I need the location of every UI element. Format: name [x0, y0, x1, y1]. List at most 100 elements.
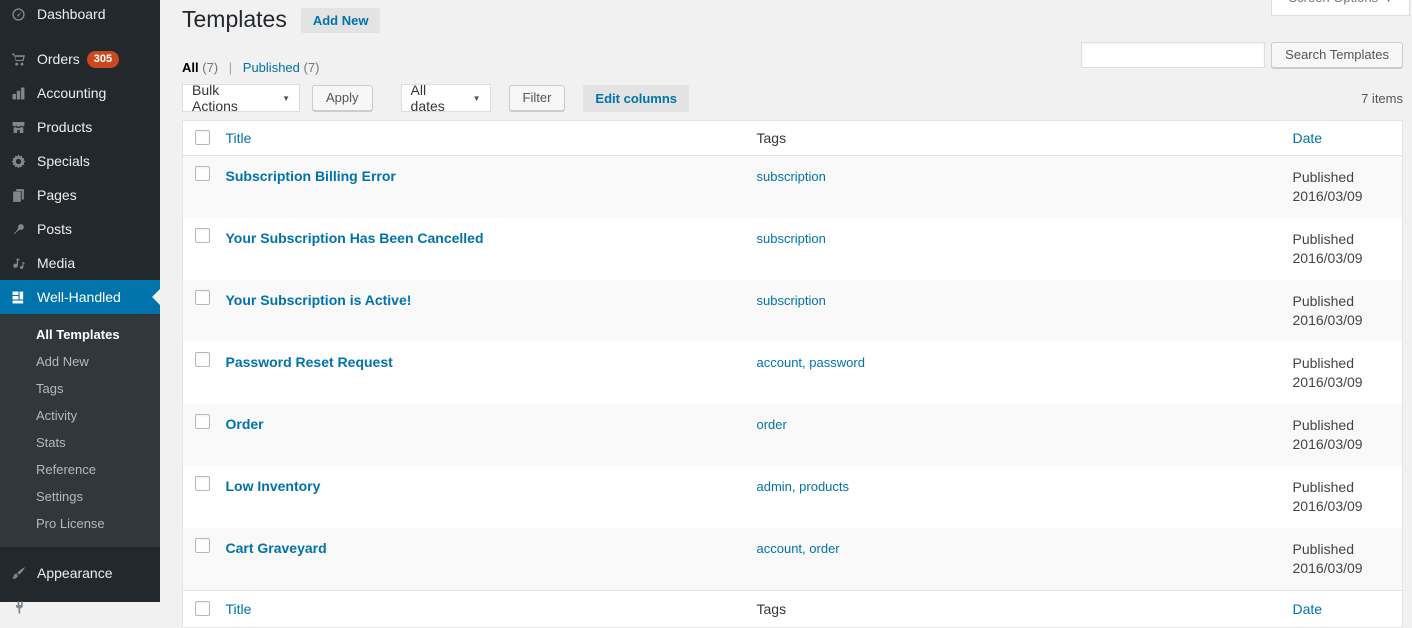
search-box: Search Templates [1081, 42, 1403, 68]
date-text: 2016/03/09 [1293, 188, 1363, 204]
tag-link[interactable]: subscription [757, 169, 826, 184]
date-cell: Published2016/03/09 [1293, 404, 1403, 466]
tag-link[interactable]: account [757, 541, 803, 556]
submenu-item-stats[interactable]: Stats [0, 429, 160, 456]
tags-cell: account, password [757, 342, 1293, 404]
row-checkbox[interactable] [195, 352, 210, 367]
row-checkbox[interactable] [195, 538, 210, 553]
row-checkbox[interactable] [195, 166, 210, 181]
filter-button[interactable]: Filter [509, 85, 566, 111]
plug-icon [8, 597, 28, 617]
bulk-actions-select[interactable]: Bulk Actions ▼ [182, 84, 300, 112]
screen-options-tab[interactable]: Screen Options ▼ [1271, 0, 1410, 16]
tag-link[interactable]: order [757, 417, 787, 432]
sidebar-item-dashboard[interactable]: Dashboard [0, 0, 160, 31]
submenu-item-activity[interactable]: Activity [0, 402, 160, 429]
sort-date-header[interactable]: Date [1293, 601, 1323, 617]
status-text: Published [1293, 293, 1355, 309]
row-checkbox[interactable] [195, 414, 210, 429]
view-all[interactable]: All [182, 60, 199, 75]
date-cell: Published 2016/03/09 [1293, 280, 1403, 342]
date-cell: Published 2016/03/09 [1293, 156, 1403, 219]
submenu-item-reference[interactable]: Reference [0, 456, 160, 483]
submenu-item-tags[interactable]: Tags [0, 375, 160, 402]
dates-select[interactable]: All dates ▼ [401, 84, 491, 112]
sidebar-item-products[interactable]: Products [0, 110, 160, 144]
table-footer-row: Title Tags Date [183, 591, 1403, 628]
tags-cell: account, order [757, 528, 1293, 591]
template-title-link[interactable]: Subscription Billing Error [226, 168, 396, 184]
template-title-link[interactable]: Low Inventory [226, 478, 321, 494]
sidebar-item-label: Orders [37, 51, 80, 67]
edit-columns-button[interactable]: Edit columns [583, 85, 689, 112]
sidebar-item-posts[interactable]: Posts [0, 212, 160, 246]
table-toolbar: Bulk Actions ▼ Apply All dates ▼ Filter … [182, 84, 1403, 112]
select-all-checkbox[interactable] [195, 130, 210, 145]
search-templates-button[interactable]: Search Templates [1271, 42, 1403, 68]
cart-icon [8, 49, 28, 69]
add-new-button[interactable]: Add New [301, 8, 381, 33]
select-all-checkbox[interactable] [195, 601, 210, 616]
row-checkbox[interactable] [195, 228, 210, 243]
store-icon [8, 117, 28, 137]
paintbrush-icon [8, 563, 28, 583]
menu-separator [0, 31, 160, 42]
submenu-item-settings[interactable]: Settings [0, 483, 160, 510]
tag-link[interactable]: account [757, 355, 803, 370]
row-checkbox[interactable] [195, 476, 210, 491]
sidebar-item-appearance[interactable]: Appearance [0, 556, 160, 590]
sidebar-item-well-handled[interactable]: Well-Handled [0, 280, 160, 314]
table-header-row: Title Tags Date [183, 121, 1403, 156]
tag-link[interactable]: subscription [757, 293, 826, 308]
table-row: Subscription Billing Error subscription Pu… [183, 156, 1403, 219]
date-text: 2016/03/09 [1293, 250, 1363, 266]
status-text: Published [1293, 479, 1355, 495]
sidebar-item-bottom-partial[interactable] [0, 590, 160, 624]
apply-button[interactable]: Apply [312, 85, 373, 111]
tags-cell: admin, products [757, 466, 1293, 528]
tag-link[interactable]: password [809, 355, 865, 370]
chevron-down-icon: ▼ [1384, 0, 1393, 4]
submenu-item-add-new[interactable]: Add New [0, 348, 160, 375]
row-checkbox[interactable] [195, 290, 210, 305]
submenu-item-pro-license[interactable]: Pro License [0, 510, 160, 537]
table-row: Password Reset Requestaccount, passwordP… [183, 342, 1403, 404]
sidebar-item-accounting[interactable]: Accounting [0, 76, 160, 110]
template-title-link[interactable]: Your Subscription Has Been Cancelled [226, 230, 484, 246]
screen-options-label: Screen Options [1288, 0, 1378, 5]
tag-link[interactable]: order [809, 541, 839, 556]
sidebar-item-orders[interactable]: Orders 305 [0, 42, 160, 76]
tags-cell: order [757, 404, 1293, 466]
date-text: 2016/03/09 [1293, 312, 1363, 328]
sort-title-header[interactable]: Title [226, 130, 252, 146]
sidebar-item-specials[interactable]: Specials [0, 144, 160, 178]
layout-icon [8, 287, 28, 307]
date-text: 2016/03/09 [1293, 560, 1363, 576]
submenu-item-all-templates[interactable]: All Templates [0, 321, 160, 348]
table-row: Your Subscription is Active! subscription… [183, 280, 1403, 342]
template-title-link[interactable]: Password Reset Request [226, 354, 393, 370]
date-cell: Published2016/03/09 [1293, 528, 1403, 591]
count-badge: 305 [87, 51, 119, 68]
sidebar-item-pages[interactable]: Pages [0, 178, 160, 212]
tags-cell: subscription [757, 218, 1293, 280]
table-row: Your Subscription Has Been Cancelled subs… [183, 218, 1403, 280]
template-title-link[interactable]: Order [226, 416, 264, 432]
admin-sidebar: Dashboard Orders 305 AccountingProductsSpec… [0, 0, 160, 602]
sort-title-header[interactable]: Title [226, 601, 252, 617]
tag-link[interactable]: admin [757, 479, 792, 494]
sidebar-item-label: Well-Handled [37, 289, 121, 305]
dates-label: All dates [411, 82, 453, 114]
bulk-actions-label: Bulk Actions [192, 82, 262, 114]
view-published[interactable]: Published [243, 60, 300, 75]
template-title-link[interactable]: Cart Graveyard [226, 540, 327, 556]
tag-link[interactable]: subscription [757, 231, 826, 246]
sidebar-item-media[interactable]: Media [0, 246, 160, 280]
sidebar-menu: Dashboard Orders 305 AccountingProductsSpec… [0, 0, 160, 624]
page-title: Templates [182, 2, 287, 37]
tag-link[interactable]: products [799, 479, 849, 494]
status-text: Published [1293, 169, 1355, 185]
sort-date-header[interactable]: Date [1293, 130, 1323, 146]
search-input[interactable] [1081, 42, 1265, 68]
template-title-link[interactable]: Your Subscription is Active! [226, 292, 412, 308]
